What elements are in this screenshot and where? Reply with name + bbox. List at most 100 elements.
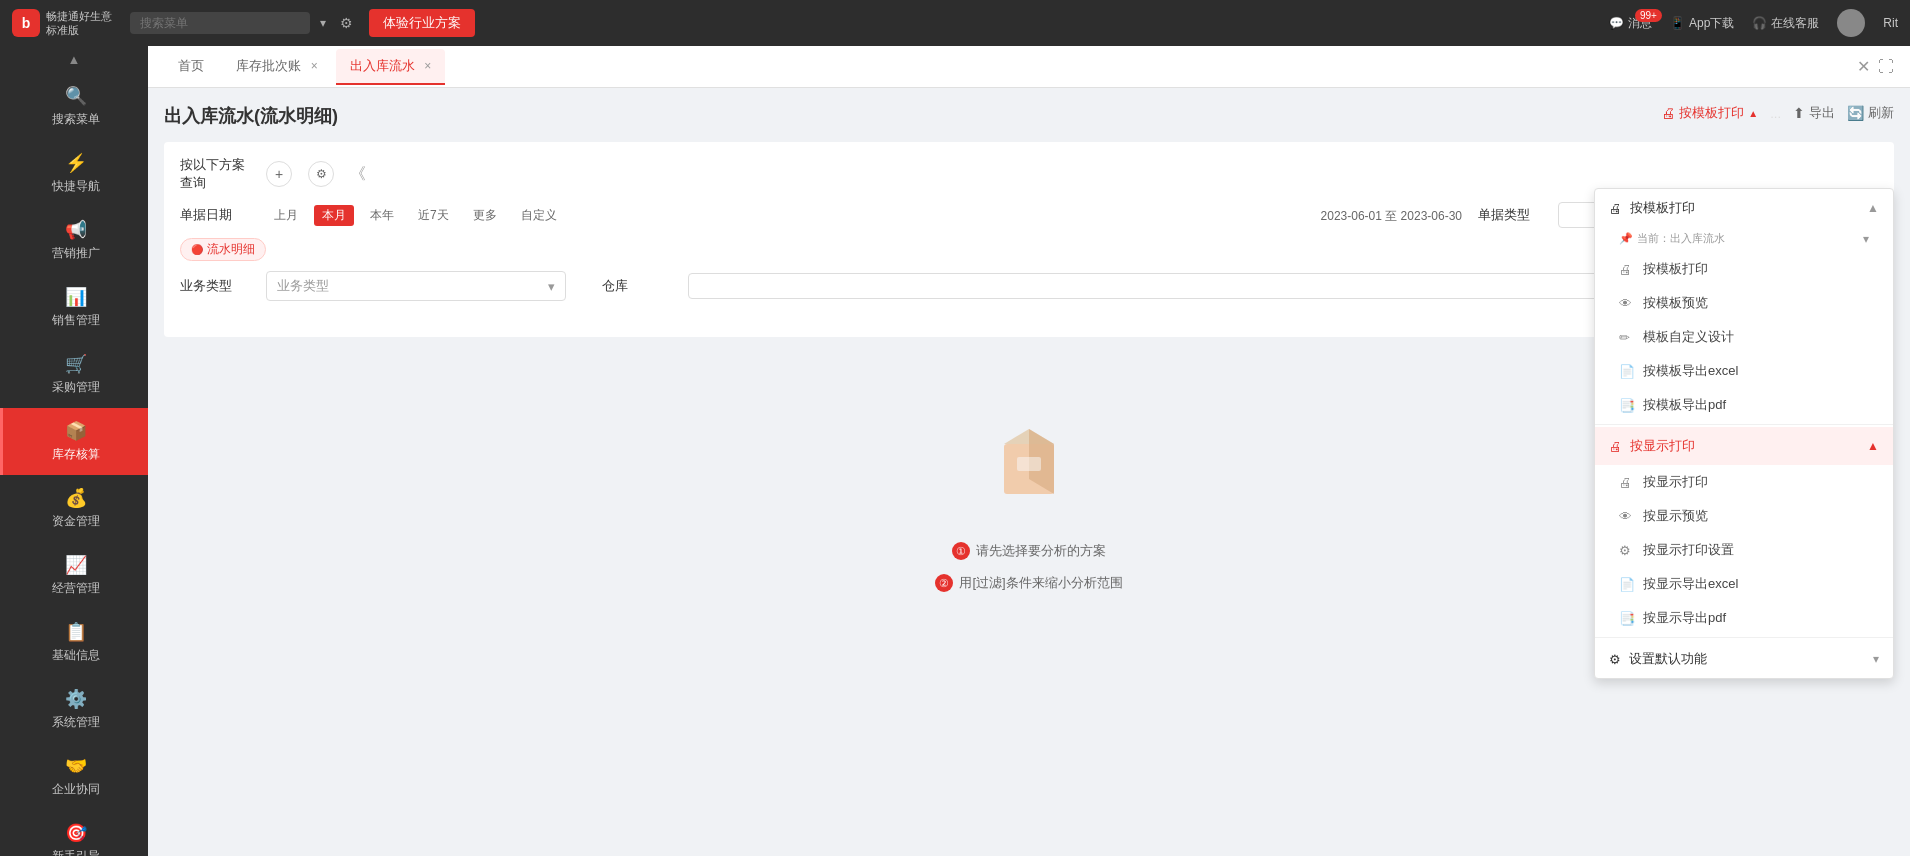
sidebar-item-operations[interactable]: 📈 经营管理 <box>0 542 148 609</box>
item-label-display-print: 按显示打印 <box>1643 473 1708 491</box>
sidebar-label-operations: 经营管理 <box>52 580 100 597</box>
dropdown-item-template-pdf[interactable]: 📑 按模板导出pdf <box>1595 388 1893 422</box>
collapse-btn[interactable]: 《 <box>350 164 366 185</box>
tag-label: 流水明细 <box>207 241 255 258</box>
main-layout: ▲ 🔍 搜索菜单 ⚡ 快捷导航 📢 营销推广 📊 销售管理 🛒 采购管理 📦 库… <box>0 46 1910 856</box>
sidebar-item-system[interactable]: ⚙️ 系统管理 <box>0 676 148 743</box>
sidebar-item-collab[interactable]: 🤝 企业协同 <box>0 743 148 810</box>
app-logo: b 畅捷通好生意 标准版 <box>12 9 112 38</box>
sidebar-label-inventory: 库存核算 <box>52 446 100 463</box>
user-name: Rit <box>1883 16 1898 30</box>
date-tab-more[interactable]: 更多 <box>465 205 505 226</box>
app-download-btn[interactable]: 📱 App下载 <box>1670 15 1734 32</box>
divider1: ... <box>1770 106 1781 121</box>
item-icon-display-preview: 👁 <box>1619 509 1635 524</box>
dropdown-item-template-custom[interactable]: ✏ 模板自定义设计 <box>1595 320 1893 354</box>
sidebar-item-inventory[interactable]: 📦 库存核算 <box>0 408 148 475</box>
refresh-btn[interactable]: 🔄 刷新 <box>1847 104 1894 122</box>
tab-bar: 首页 库存批次账 × 出入库流水 × ✕ ⛶ <box>148 46 1910 88</box>
page-title: 出入库流水(流水明细) <box>164 104 1894 128</box>
template-print-header[interactable]: 🖨 按模板打印 ▲ <box>1595 189 1893 227</box>
tab-batch[interactable]: 库存批次账 × <box>222 49 332 85</box>
service-btn[interactable]: 🎧 在线客服 <box>1752 15 1819 32</box>
print-icon: 🖨 <box>1661 105 1675 121</box>
filter-tag-liushui: 🔴 流水明细 <box>180 238 266 261</box>
app-icon: 📱 <box>1670 16 1685 30</box>
sidebar-item-search[interactable]: 🔍 搜索菜单 <box>0 73 148 140</box>
dropdown-item-display-print[interactable]: 🖨 按显示打印 <box>1595 465 1893 499</box>
sidebar-label-sales: 销售管理 <box>52 312 100 329</box>
dropdown-item-display-excel[interactable]: 📄 按显示导出excel <box>1595 567 1893 601</box>
item-icon-display-excel: 📄 <box>1619 577 1635 592</box>
dropdown-item-template-print[interactable]: 🖨 按模板打印 <box>1595 252 1893 286</box>
dropdown-item-display-pdf[interactable]: 📑 按显示导出pdf <box>1595 601 1893 635</box>
sidebar-item-basic[interactable]: 📋 基础信息 <box>0 609 148 676</box>
export-btn[interactable]: ⬆ 导出 <box>1793 104 1835 122</box>
sales-icon: 📊 <box>65 286 87 308</box>
item-label-template-preview: 按模板预览 <box>1643 294 1708 312</box>
message-icon: 💬 <box>1609 16 1624 30</box>
date-tab-lastmonth[interactable]: 上月 <box>266 205 306 226</box>
sidebar-label-system: 系统管理 <box>52 714 100 731</box>
sidebar-label-quicknav: 快捷导航 <box>52 178 100 195</box>
dropdown-item-display-preview[interactable]: 👁 按显示预览 <box>1595 499 1893 533</box>
print-label: 按模板打印 <box>1679 104 1744 122</box>
set-default-icon: ⚙ <box>1609 652 1621 667</box>
dropdown-item-display-settings[interactable]: ⚙ 按显示打印设置 <box>1595 533 1893 567</box>
search-input[interactable] <box>130 12 310 34</box>
tab-flow[interactable]: 出入库流水 × <box>336 49 446 85</box>
set-default-row[interactable]: ⚙ 设置默认功能 ▾ <box>1595 640 1893 678</box>
current-arrow[interactable]: ▾ <box>1863 232 1869 246</box>
refresh-label: 刷新 <box>1868 104 1894 122</box>
tab-close-btn[interactable]: ✕ <box>1857 57 1870 76</box>
avatar[interactable] <box>1837 9 1865 37</box>
step1-text: 请先选择要分析的方案 <box>976 542 1106 560</box>
inventory-icon: 📦 <box>65 420 87 442</box>
sidebar: ▲ 🔍 搜索菜单 ⚡ 快捷导航 📢 营销推广 📊 销售管理 🛒 采购管理 📦 库… <box>0 46 148 856</box>
print-btn[interactable]: 🖨 按模板打印 ▲ <box>1661 104 1758 122</box>
date-label: 单据日期 <box>180 206 250 224</box>
print-dropdown-arrow[interactable]: ▲ <box>1748 108 1758 119</box>
date-tab-custom[interactable]: 自定义 <box>513 205 565 226</box>
export-icon: ⬆ <box>1793 105 1805 121</box>
tab-flow-close[interactable]: × <box>424 59 431 73</box>
business-type-placeholder: 业务类型 <box>277 277 542 295</box>
tab-home[interactable]: 首页 <box>164 49 218 85</box>
sidebar-item-quicknav[interactable]: ⚡ 快捷导航 <box>0 140 148 207</box>
current-text: 当前：出入库流水 <box>1637 231 1725 246</box>
date-tab-last7[interactable]: 近7天 <box>410 205 457 226</box>
current-template-label: 📌 当前：出入库流水 <box>1619 231 1725 246</box>
sidebar-item-purchase[interactable]: 🛒 采购管理 <box>0 341 148 408</box>
item-label-template-custom: 模板自定义设计 <box>1643 328 1734 346</box>
sidebar-item-guide[interactable]: 🎯 新手引导 <box>0 810 148 856</box>
warehouse-label: 仓库 <box>602 277 672 295</box>
sidebar-item-marketing[interactable]: 📢 营销推广 <box>0 207 148 274</box>
dropdown-item-template-preview[interactable]: 👁 按模板预览 <box>1595 286 1893 320</box>
add-btn[interactable]: + <box>266 161 292 187</box>
search-dropdown-arrow[interactable]: ▾ <box>320 16 326 30</box>
sidebar-item-sales[interactable]: 📊 销售管理 <box>0 274 148 341</box>
settings-filter-btn[interactable]: ⚙ <box>308 161 334 187</box>
date-filter: 上月 本月 本年 近7天 更多 自定义 <box>266 205 1297 226</box>
empty-illustration <box>979 409 1079 509</box>
dropdown-item-template-excel[interactable]: 📄 按模板导出excel <box>1595 354 1893 388</box>
sidebar-item-finance[interactable]: 💰 资金管理 <box>0 475 148 542</box>
business-type-select[interactable]: 业务类型 ▾ <box>266 271 566 301</box>
item-icon-preview: 👁 <box>1619 296 1635 311</box>
sidebar-scroll-up[interactable]: ▲ <box>0 46 148 73</box>
settings-icon[interactable]: ⚙ <box>340 15 353 31</box>
logo-text: 畅捷通好生意 标准版 <box>46 9 112 38</box>
export-label: 导出 <box>1809 104 1835 122</box>
date-tab-currentyear[interactable]: 本年 <box>362 205 402 226</box>
tab-expand-btn[interactable]: ⛶ <box>1878 58 1894 76</box>
basic-icon: 📋 <box>65 621 87 643</box>
template-print-arrow: ▲ <box>1867 201 1879 215</box>
display-print-header[interactable]: 🖨 按显示打印 ▲ <box>1595 427 1893 465</box>
tab-batch-close[interactable]: × <box>311 59 318 73</box>
sidebar-label-collab: 企业协同 <box>52 781 100 798</box>
top-bar-right: 💬 消息 99+ 📱 App下载 🎧 在线客服 Rit <box>1609 9 1898 37</box>
date-tab-currentmonth[interactable]: 本月 <box>314 205 354 226</box>
messages-btn[interactable]: 💬 消息 99+ <box>1609 15 1652 32</box>
step1-num: ① <box>952 542 970 560</box>
industry-btn[interactable]: 体验行业方案 <box>369 9 475 37</box>
